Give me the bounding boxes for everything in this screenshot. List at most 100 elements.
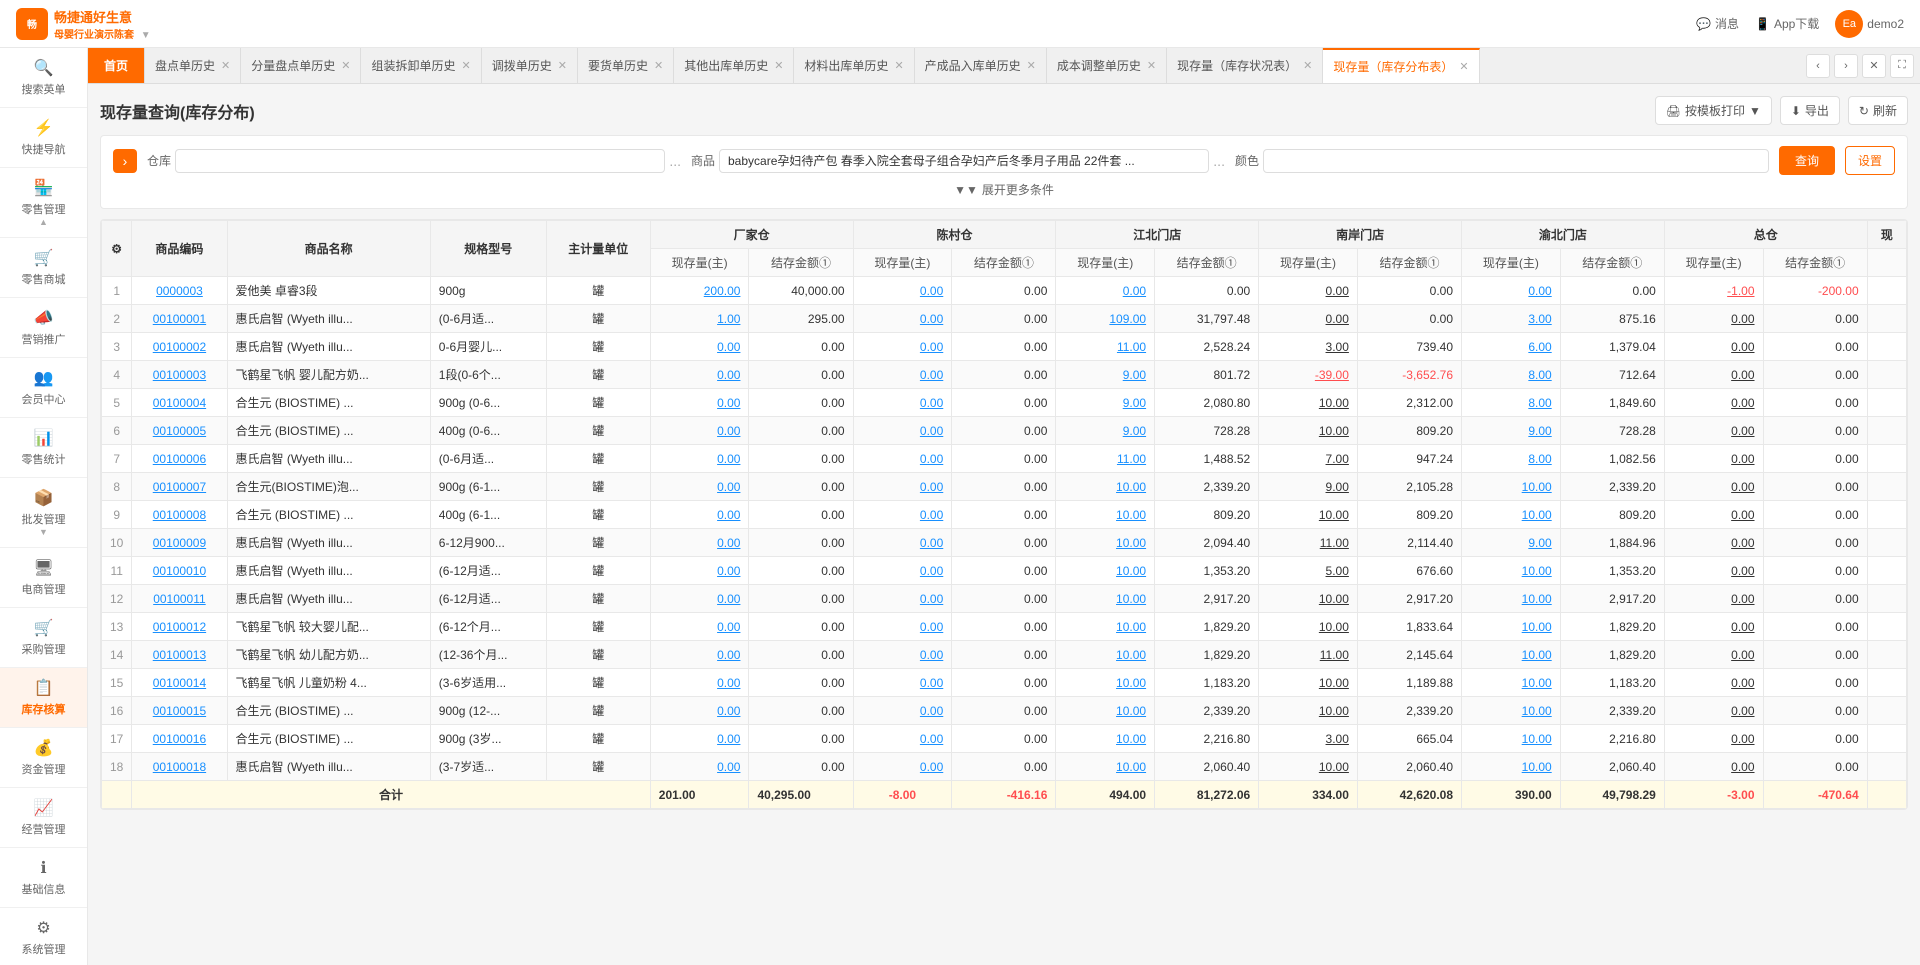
sidebar-item-basic[interactable]: ℹ 基础信息 [0, 848, 87, 908]
yubeimen-qty[interactable]: 10.00 [1462, 613, 1561, 641]
chenmen-qty[interactable]: 0.00 [853, 613, 952, 641]
sidebar-item-nav[interactable]: ⚡ 快捷导航 [0, 108, 87, 168]
chenmen-qty[interactable]: 0.00 [853, 501, 952, 529]
tab-close-inventory-dist[interactable]: ✕ [1459, 60, 1468, 73]
query-btn[interactable]: 查询 [1779, 146, 1835, 175]
tab-material-out[interactable]: 材料出库单历史 ✕ [794, 48, 914, 84]
tab-expand-btn[interactable]: ⛶ [1890, 54, 1914, 78]
nanan-qty[interactable]: 7.00 [1259, 445, 1358, 473]
tab-prev-btn[interactable]: ‹ [1806, 54, 1830, 78]
total-qty[interactable]: 0.00 [1664, 445, 1763, 473]
chenmen-qty[interactable]: 0.00 [853, 417, 952, 445]
row-code[interactable]: 00100003 [132, 361, 227, 389]
row-code[interactable]: 00100015 [132, 697, 227, 725]
yubeimen-qty[interactable]: 9.00 [1462, 417, 1561, 445]
sidebar-item-retail-shop[interactable]: 🛒 零售商城 [0, 238, 87, 298]
nanan-qty[interactable]: 10.00 [1259, 501, 1358, 529]
factory-qty[interactable]: 0.00 [650, 501, 749, 529]
nanan-qty[interactable]: 10.00 [1259, 585, 1358, 613]
row-code[interactable]: 00100002 [132, 333, 227, 361]
yubeimen-qty[interactable]: 8.00 [1462, 389, 1561, 417]
chenmen-qty[interactable]: 0.00 [853, 753, 952, 781]
filter-expand-btn[interactable]: › [113, 149, 137, 173]
nanan-qty[interactable]: 10.00 [1259, 389, 1358, 417]
total-qty[interactable]: 0.00 [1664, 361, 1763, 389]
tab-close-inventory-status[interactable]: ✕ [1303, 59, 1312, 72]
factory-qty[interactable]: 0.00 [650, 529, 749, 557]
factory-qty[interactable]: 1.00 [650, 305, 749, 333]
jiangbei-qty[interactable]: 10.00 [1056, 473, 1155, 501]
nanan-qty[interactable]: 9.00 [1259, 473, 1358, 501]
row-code[interactable]: 00100013 [132, 641, 227, 669]
nanan-qty[interactable]: 0.00 [1259, 305, 1358, 333]
tab-fenpandian[interactable]: 分量盘点单历史 ✕ [241, 48, 361, 84]
factory-qty[interactable]: 0.00 [650, 333, 749, 361]
chenmen-qty[interactable]: 0.00 [853, 557, 952, 585]
factory-qty[interactable]: 200.00 [650, 277, 749, 305]
jiangbei-qty[interactable]: 9.00 [1056, 361, 1155, 389]
yubeimen-qty[interactable]: 9.00 [1462, 529, 1561, 557]
total-qty[interactable]: -1.00 [1664, 277, 1763, 305]
factory-qty[interactable]: 0.00 [650, 557, 749, 585]
tab-inventory-status[interactable]: 现存量（库存状况表） ✕ [1167, 48, 1323, 84]
tab-close-diaobo[interactable]: ✕ [558, 59, 567, 72]
yubeimen-qty[interactable]: 10.00 [1462, 501, 1561, 529]
yubeimen-qty[interactable]: 8.00 [1462, 361, 1561, 389]
chenmen-qty[interactable]: 0.00 [853, 277, 952, 305]
nanan-qty[interactable]: 3.00 [1259, 333, 1358, 361]
yubeimen-qty[interactable]: 10.00 [1462, 725, 1561, 753]
total-qty[interactable]: 0.00 [1664, 669, 1763, 697]
refresh-btn[interactable]: ↻ 刷新 [1848, 96, 1908, 125]
factory-qty[interactable]: 0.00 [650, 445, 749, 473]
row-code[interactable]: 00100007 [132, 473, 227, 501]
jiangbei-qty[interactable]: 10.00 [1056, 725, 1155, 753]
yubeimen-qty[interactable]: 3.00 [1462, 305, 1561, 333]
app-download-btn[interactable]: 📱 App下载 [1755, 15, 1819, 32]
factory-qty[interactable]: 0.00 [650, 697, 749, 725]
nanan-qty[interactable]: 10.00 [1259, 417, 1358, 445]
yubeimen-qty[interactable]: 10.00 [1462, 557, 1561, 585]
user-area[interactable]: Ea demo2 [1835, 10, 1904, 38]
tab-product-in[interactable]: 产成品入库单历史 ✕ [915, 48, 1047, 84]
jiangbei-qty[interactable]: 10.00 [1056, 613, 1155, 641]
tab-other-out[interactable]: 其他出库单历史 ✕ [674, 48, 794, 84]
chenmen-qty[interactable]: 0.00 [853, 389, 952, 417]
sidebar-item-inventory[interactable]: 📋 库存核算 [0, 668, 87, 728]
factory-qty[interactable]: 0.00 [650, 725, 749, 753]
row-code[interactable]: 00100005 [132, 417, 227, 445]
yubeimen-qty[interactable]: 10.00 [1462, 585, 1561, 613]
chenmen-qty[interactable]: 0.00 [853, 445, 952, 473]
tab-close-all-btn[interactable]: ✕ [1862, 54, 1886, 78]
nanan-qty[interactable]: 3.00 [1259, 725, 1358, 753]
chenmen-qty[interactable]: 0.00 [853, 725, 952, 753]
factory-qty[interactable]: 0.00 [650, 473, 749, 501]
yubeimen-qty[interactable]: 10.00 [1462, 473, 1561, 501]
jiangbei-qty[interactable]: 0.00 [1056, 277, 1155, 305]
sidebar-item-finance[interactable]: 💰 资金管理 [0, 728, 87, 788]
tab-close-cost-adjust[interactable]: ✕ [1147, 59, 1156, 72]
row-code[interactable]: 00100004 [132, 389, 227, 417]
row-code[interactable]: 00100016 [132, 725, 227, 753]
sidebar-item-purchase[interactable]: 🛒 采购管理 [0, 608, 87, 668]
tab-next-btn[interactable]: › [1834, 54, 1858, 78]
total-qty[interactable]: 0.00 [1664, 389, 1763, 417]
yubeimen-qty[interactable]: 8.00 [1462, 445, 1561, 473]
chenmen-qty[interactable]: 0.00 [853, 305, 952, 333]
sidebar-item-operation[interactable]: 📈 经营管理 [0, 788, 87, 848]
jiangbei-qty[interactable]: 10.00 [1056, 585, 1155, 613]
sidebar-item-member[interactable]: 👥 会员中心 [0, 358, 87, 418]
total-qty[interactable]: 0.00 [1664, 697, 1763, 725]
row-code[interactable]: 00100009 [132, 529, 227, 557]
nanan-qty[interactable]: 5.00 [1259, 557, 1358, 585]
chenmen-qty[interactable]: 0.00 [853, 669, 952, 697]
factory-qty[interactable]: 0.00 [650, 613, 749, 641]
tab-diaobo[interactable]: 调拨单历史 ✕ [482, 48, 578, 84]
row-code[interactable]: 0000003 [132, 277, 227, 305]
print-btn[interactable]: 🖨 按模板打印 ▼ [1655, 96, 1772, 125]
nanan-qty[interactable]: 10.00 [1259, 669, 1358, 697]
factory-qty[interactable]: 0.00 [650, 669, 749, 697]
setting-btn[interactable]: 设置 [1845, 146, 1895, 175]
sidebar-item-retail[interactable]: 🏪 零售管理 ▲ [0, 168, 87, 238]
jiangbei-qty[interactable]: 10.00 [1056, 501, 1155, 529]
total-qty[interactable]: 0.00 [1664, 557, 1763, 585]
